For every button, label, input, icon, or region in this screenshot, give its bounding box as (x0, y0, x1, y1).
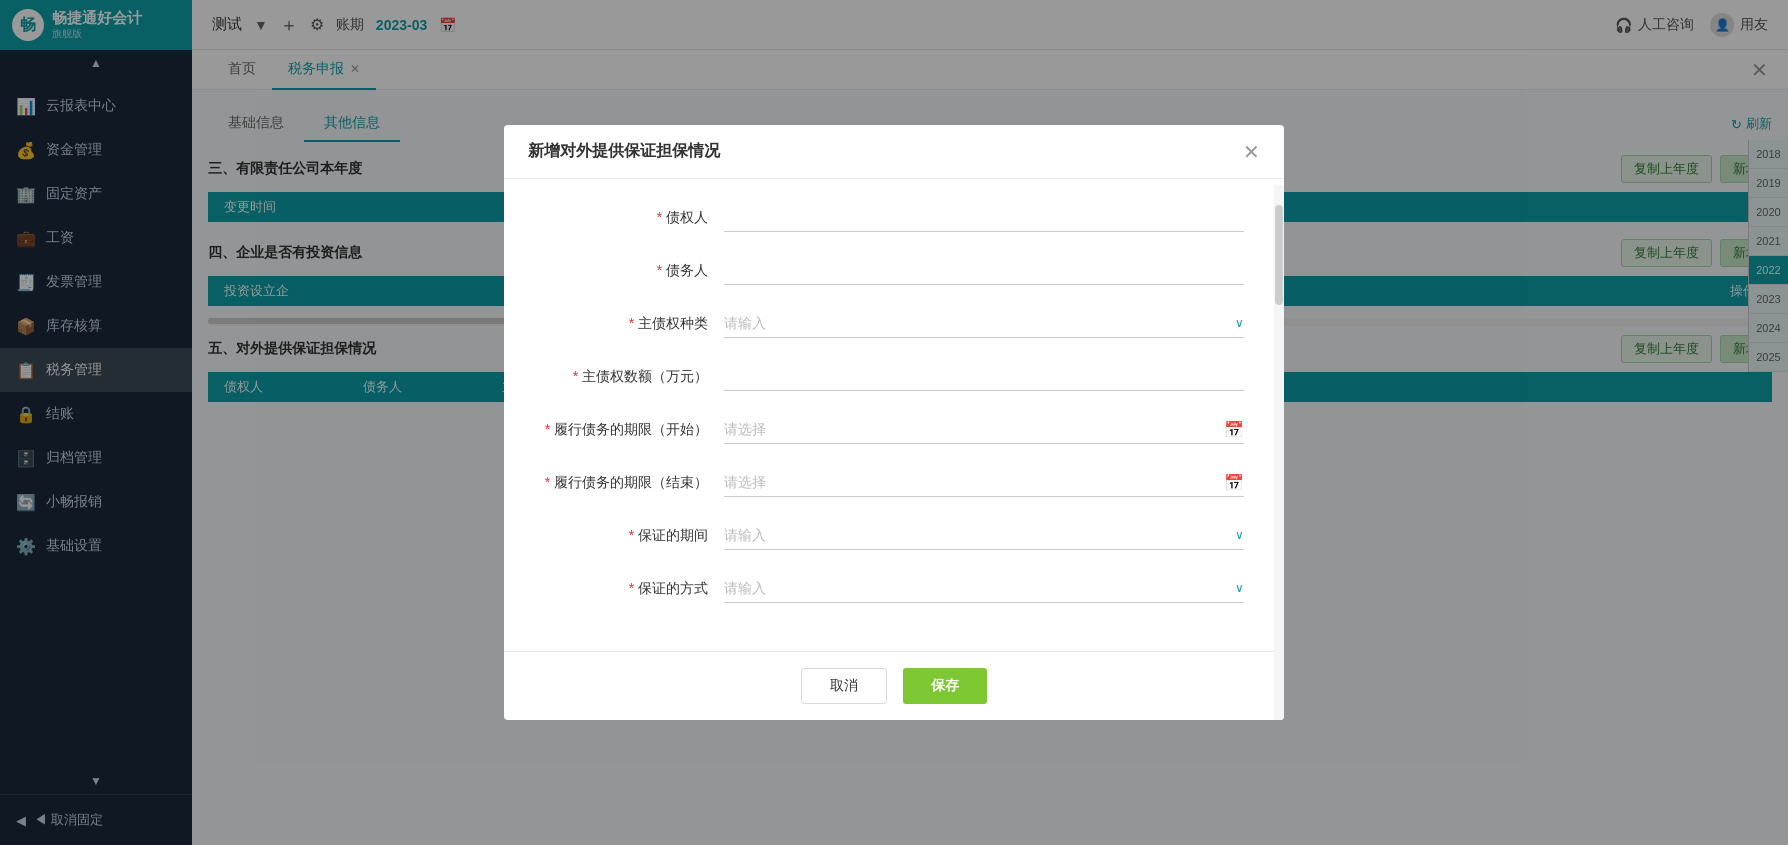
save-button[interactable]: 保存 (903, 668, 987, 704)
claim-type-input[interactable] (724, 309, 1235, 337)
label-claim-amount: * 主债权数额（万元） (544, 368, 724, 386)
guarantee-method-dropdown-icon[interactable]: ∨ (1235, 581, 1244, 595)
label-period-start: * 履行债务的期限（开始） (544, 421, 724, 439)
form-row-claim-type: * 主债权种类 ∨ (544, 309, 1244, 338)
guarantee-method-input[interactable] (724, 574, 1235, 602)
form-row-claim-amount: * 主债权数额（万元） (544, 362, 1244, 391)
claim-type-dropdown-icon[interactable]: ∨ (1235, 316, 1244, 330)
modal-header: 新增对外提供保证担保情况 ✕ (504, 125, 1284, 179)
modal-body: * 债权人 * 债务人 * (504, 179, 1284, 651)
modal-close-button[interactable]: ✕ (1243, 142, 1260, 162)
form-row-creditor: * 债权人 (544, 203, 1244, 232)
modal-scrollbar[interactable] (1274, 185, 1284, 720)
debtor-input[interactable] (724, 256, 1244, 284)
period-start-input[interactable] (724, 415, 1224, 443)
label-guarantee-method: * 保证的方式 (544, 580, 724, 598)
guarantee-period-input[interactable] (724, 521, 1235, 549)
modal-title: 新增对外提供保证担保情况 (528, 141, 720, 162)
period-end-input[interactable] (724, 468, 1224, 496)
form-row-guarantee-method: * 保证的方式 ∨ (544, 574, 1244, 603)
form-row-guarantee-period: * 保证的期间 ∨ (544, 521, 1244, 550)
label-period-end: * 履行债务的期限（结束） (544, 474, 724, 492)
claim-amount-input[interactable] (724, 362, 1244, 390)
creditor-input[interactable] (724, 203, 1244, 231)
input-wrapper-claim-amount (724, 362, 1244, 391)
modal-footer: 取消 保存 (504, 651, 1284, 720)
label-claim-type: * 主债权种类 (544, 315, 724, 333)
period-start-calendar-icon[interactable]: 📅 (1224, 420, 1244, 439)
input-wrapper-guarantee-method: ∨ (724, 574, 1244, 603)
form-row-period-start: * 履行债务的期限（开始） 📅 (544, 415, 1244, 444)
modal-scrollbar-thumb (1275, 205, 1283, 305)
guarantee-period-dropdown-icon[interactable]: ∨ (1235, 528, 1244, 542)
label-debtor: * 债务人 (544, 262, 724, 280)
modal-dialog: 新增对外提供保证担保情况 ✕ * 债权人 * 债务人 (504, 125, 1284, 720)
label-guarantee-period: * 保证的期间 (544, 527, 724, 545)
input-wrapper-guarantee-period: ∨ (724, 521, 1244, 550)
input-wrapper-creditor (724, 203, 1244, 232)
form-row-period-end: * 履行债务的期限（结束） 📅 (544, 468, 1244, 497)
input-wrapper-period-end: 📅 (724, 468, 1244, 497)
input-wrapper-claim-type: ∨ (724, 309, 1244, 338)
input-wrapper-period-start: 📅 (724, 415, 1244, 444)
modal-overlay: 新增对外提供保证担保情况 ✕ * 债权人 * 债务人 (0, 0, 1788, 845)
form-row-debtor: * 债务人 (544, 256, 1244, 285)
input-wrapper-debtor (724, 256, 1244, 285)
period-end-calendar-icon[interactable]: 📅 (1224, 473, 1244, 492)
label-creditor: * 债权人 (544, 209, 724, 227)
cancel-button[interactable]: 取消 (801, 668, 887, 704)
